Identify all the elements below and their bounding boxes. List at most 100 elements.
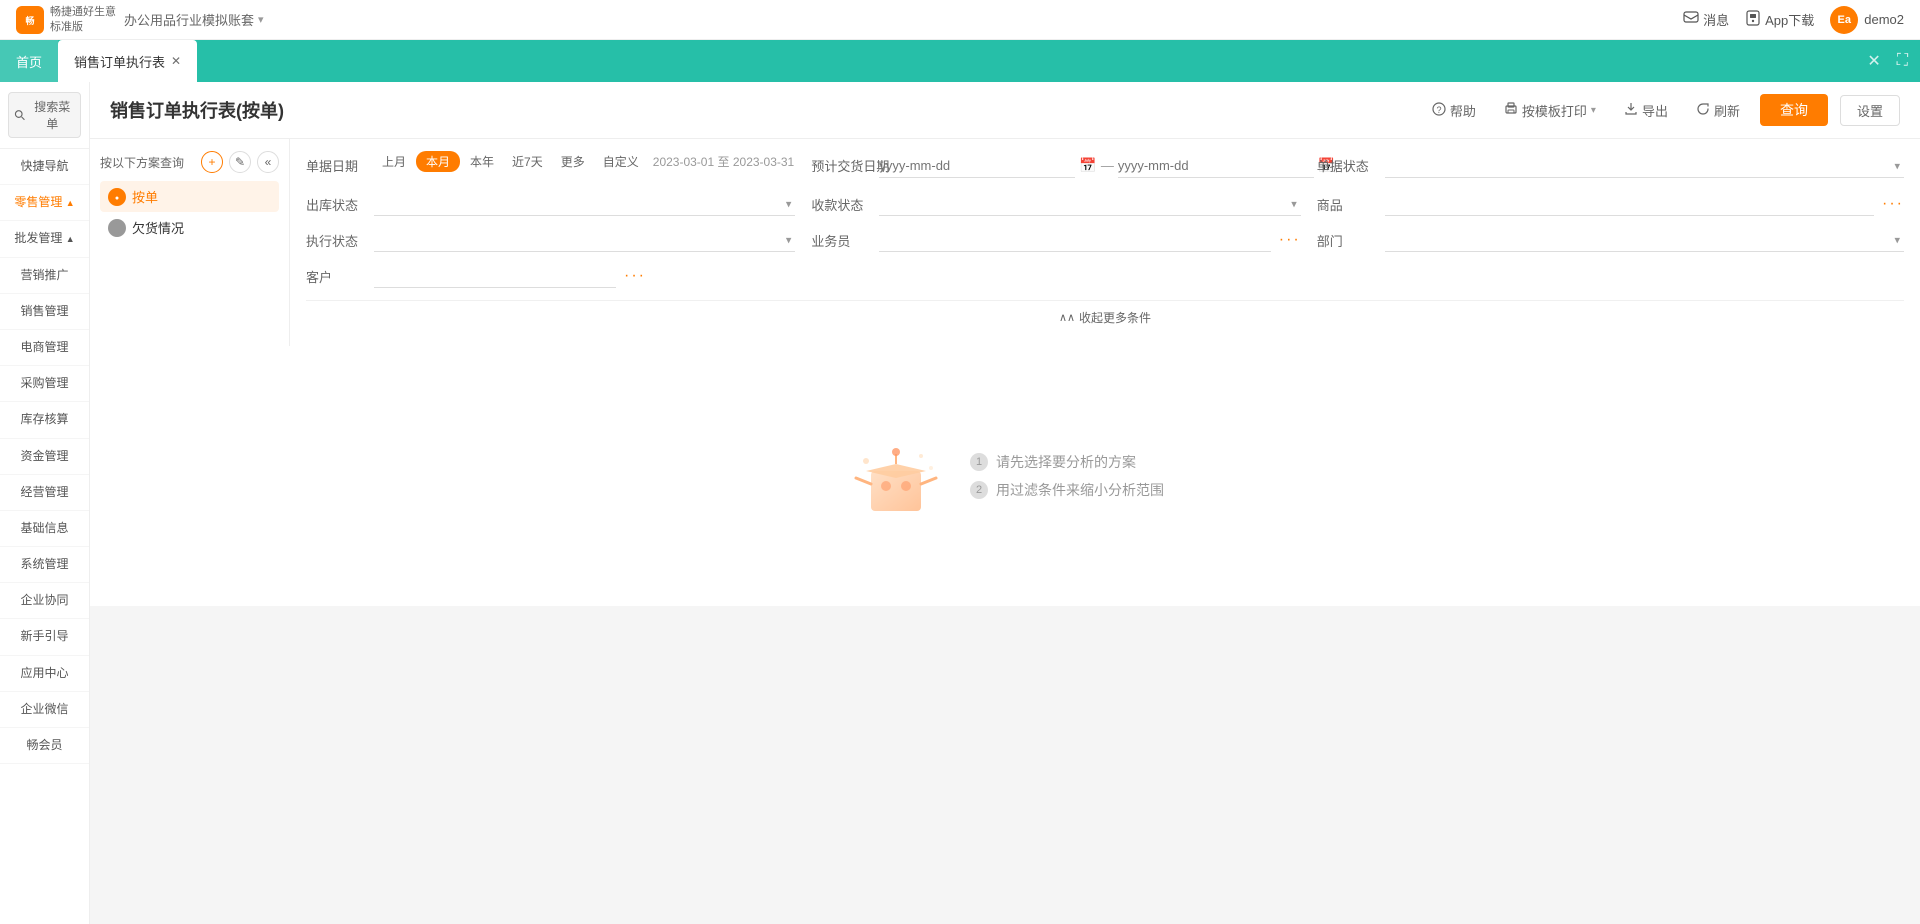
sidebar-item-marketing[interactable]: 营销推广 bbox=[0, 258, 89, 294]
department-select[interactable] bbox=[1385, 228, 1904, 252]
empty-tips: 1 请先选择要分析的方案 2 用过滤条件来缩小分析范围 bbox=[970, 448, 1164, 504]
filter-section: 按以下方案查询 + ✎ « bbox=[90, 139, 1920, 346]
app-download-icon bbox=[1745, 10, 1761, 29]
empty-illustration bbox=[846, 426, 946, 526]
filter-row-4: 客户 ··· bbox=[306, 264, 1904, 288]
main-layout: 搜索菜单 快捷导航 零售管理 ▲ 批发管理 ▲ 营销推广 销售管理 电商管理 采… bbox=[0, 82, 1920, 924]
edit-plan-button[interactable]: ✎ bbox=[229, 151, 251, 173]
logo-area: 畅 畅捷通好生意 标准版 bbox=[16, 5, 116, 34]
sidebar-item-enterprise-wechat[interactable]: 企业微信 bbox=[0, 692, 89, 728]
expected-delivery-range: 📅 — 📅 bbox=[879, 154, 1335, 178]
execution-status-select-wrap bbox=[374, 228, 795, 252]
filter-date-controls: 上月 本月 本年 近7天 更多 自定义 2023-03-01 至 bbox=[374, 151, 795, 180]
logo-text: 畅捷通好生意 标准版 bbox=[50, 5, 116, 34]
sidebar-item-basic-info[interactable]: 基础信息 bbox=[0, 511, 89, 547]
period-this-year[interactable]: 本年 bbox=[462, 151, 502, 172]
sidebar-item-finance[interactable]: 资金管理 bbox=[0, 439, 89, 475]
empty-tip-2: 2 用过滤条件来缩小分析范围 bbox=[970, 476, 1164, 504]
breadcrumb[interactable]: 办公用品行业模拟账套 ▾ bbox=[124, 10, 264, 29]
help-button[interactable]: ? 帮助 bbox=[1424, 97, 1484, 124]
export-icon bbox=[1624, 102, 1638, 119]
period-more[interactable]: 更多 bbox=[553, 151, 593, 172]
edit-icon: ✎ bbox=[235, 155, 245, 169]
order-status-select[interactable] bbox=[1385, 154, 1904, 178]
header-right: 消息 App下载 Ea demo2 bbox=[1683, 6, 1904, 34]
add-icon: + bbox=[208, 155, 215, 169]
filter-customer: 客户 ··· bbox=[306, 264, 646, 288]
date-start-calendar-icon[interactable]: 📅 bbox=[1079, 157, 1096, 174]
salesperson-input[interactable] bbox=[879, 228, 1270, 252]
message-icon bbox=[1683, 10, 1699, 29]
payment-status-select-wrap bbox=[879, 192, 1300, 216]
expected-delivery-end-input[interactable] bbox=[1118, 154, 1314, 178]
date-range-display: 2023-03-01 至 2023-03-31 bbox=[653, 153, 794, 170]
search-menu-button[interactable]: 搜索菜单 bbox=[8, 92, 81, 138]
sidebar-item-purchase[interactable]: 采购管理 bbox=[0, 366, 89, 402]
customer-input[interactable] bbox=[374, 264, 616, 288]
filter-department: 部门 bbox=[1317, 228, 1904, 252]
filter-left-title: 按以下方案查询 + ✎ « bbox=[100, 151, 279, 173]
tab-close-icon[interactable]: ✕ bbox=[171, 54, 181, 68]
tab-maximize-icon[interactable]: ⛶ bbox=[1893, 48, 1912, 74]
delivery-status-select[interactable] bbox=[374, 192, 795, 216]
app-download-action[interactable]: App下载 bbox=[1745, 10, 1814, 29]
collapse-panel-button[interactable]: « bbox=[257, 151, 279, 173]
sidebar-item-wholesale-mgmt[interactable]: 批发管理 ▲ bbox=[0, 221, 89, 257]
sidebar-item-retail-mgmt[interactable]: 零售管理 ▲ bbox=[0, 185, 89, 221]
export-button[interactable]: 导出 bbox=[1616, 97, 1676, 124]
collapse-icon: « bbox=[265, 155, 272, 169]
period-last-month[interactable]: 上月 bbox=[374, 151, 414, 172]
svg-text:?: ? bbox=[1436, 105, 1441, 115]
tab-minimize-icon[interactable]: ✕ bbox=[1863, 47, 1884, 75]
execution-status-select[interactable] bbox=[374, 228, 795, 252]
help-icon: ? bbox=[1432, 102, 1446, 119]
sidebar-item-system-mgmt[interactable]: 系统管理 bbox=[0, 547, 89, 583]
tab-sales-order-exec[interactable]: 销售订单执行表 ✕ bbox=[58, 40, 197, 82]
page-title: 销售订单执行表(按单) bbox=[110, 97, 284, 123]
user-area[interactable]: Ea demo2 bbox=[1830, 6, 1904, 34]
sidebar-item-inventory[interactable]: 库存核算 bbox=[0, 402, 89, 438]
filter-row-3: 执行状态 业务员 ··· bbox=[306, 228, 1904, 252]
search-button[interactable]: 查询 bbox=[1760, 94, 1828, 126]
sidebar-item-app-center[interactable]: 应用中心 bbox=[0, 656, 89, 692]
refresh-icon bbox=[1696, 102, 1710, 119]
sidebar-item-enterprise-collab[interactable]: 企业协同 bbox=[0, 583, 89, 619]
customer-more-icon[interactable]: ··· bbox=[624, 267, 646, 285]
settings-button[interactable]: 设置 bbox=[1840, 95, 1900, 126]
refresh-button[interactable]: 刷新 bbox=[1688, 97, 1748, 124]
empty-state: 1 请先选择要分析的方案 2 用过滤条件来缩小分析范围 bbox=[90, 346, 1920, 606]
template-print-button[interactable]: 按模板打印 ▾ bbox=[1496, 97, 1604, 124]
period-custom[interactable]: 自定义 bbox=[595, 151, 647, 172]
svg-text:畅: 畅 bbox=[25, 15, 34, 26]
filter-left-actions: + ✎ « bbox=[201, 151, 279, 173]
goods-more-icon[interactable]: ··· bbox=[1882, 195, 1904, 213]
add-plan-button[interactable]: + bbox=[201, 151, 223, 173]
sidebar-item-member[interactable]: 畅会员 bbox=[0, 728, 89, 764]
tab-home[interactable]: 首页 bbox=[0, 40, 58, 82]
plan-item-欠货情况[interactable]: 欠货情况 bbox=[100, 212, 279, 243]
print-icon bbox=[1504, 102, 1518, 119]
sidebar-item-operations[interactable]: 经营管理 bbox=[0, 475, 89, 511]
template-print-arrow-icon[interactable]: ▾ bbox=[1591, 105, 1596, 116]
filter-row-2: 出库状态 收款状态 bbox=[306, 192, 1904, 216]
page-header-actions: ? 帮助 按模板打印 bbox=[1424, 94, 1900, 126]
filter-payment-status: 收款状态 bbox=[811, 192, 1300, 216]
collapse-bar[interactable]: ∧∧ 收起更多条件 bbox=[306, 300, 1904, 334]
goods-input[interactable] bbox=[1385, 192, 1874, 216]
sidebar-item-new-guide[interactable]: 新手引导 bbox=[0, 619, 89, 655]
filter-execution-status: 执行状态 bbox=[306, 228, 795, 252]
salesperson-more-icon[interactable]: ··· bbox=[1279, 231, 1301, 249]
sidebar-item-sales-mgmt[interactable]: 销售管理 bbox=[0, 294, 89, 330]
period-7days[interactable]: 近7天 bbox=[504, 151, 551, 172]
sidebar-item-ecommerce[interactable]: 电商管理 bbox=[0, 330, 89, 366]
filter-delivery-status: 出库状态 bbox=[306, 192, 795, 216]
message-action[interactable]: 消息 bbox=[1683, 10, 1729, 29]
sidebar-item-quick-nav[interactable]: 快捷导航 bbox=[0, 149, 89, 185]
expected-delivery-start-input[interactable] bbox=[879, 154, 1075, 178]
payment-status-select[interactable] bbox=[879, 192, 1300, 216]
period-this-month[interactable]: 本月 bbox=[416, 151, 460, 172]
plan-item-按单[interactable]: ● 按单 bbox=[100, 181, 279, 212]
wholesale-arrow-icon: ▲ bbox=[66, 234, 75, 244]
filter-salesperson: 业务员 ··· bbox=[811, 228, 1300, 252]
logo-icon: 畅 bbox=[16, 6, 44, 34]
